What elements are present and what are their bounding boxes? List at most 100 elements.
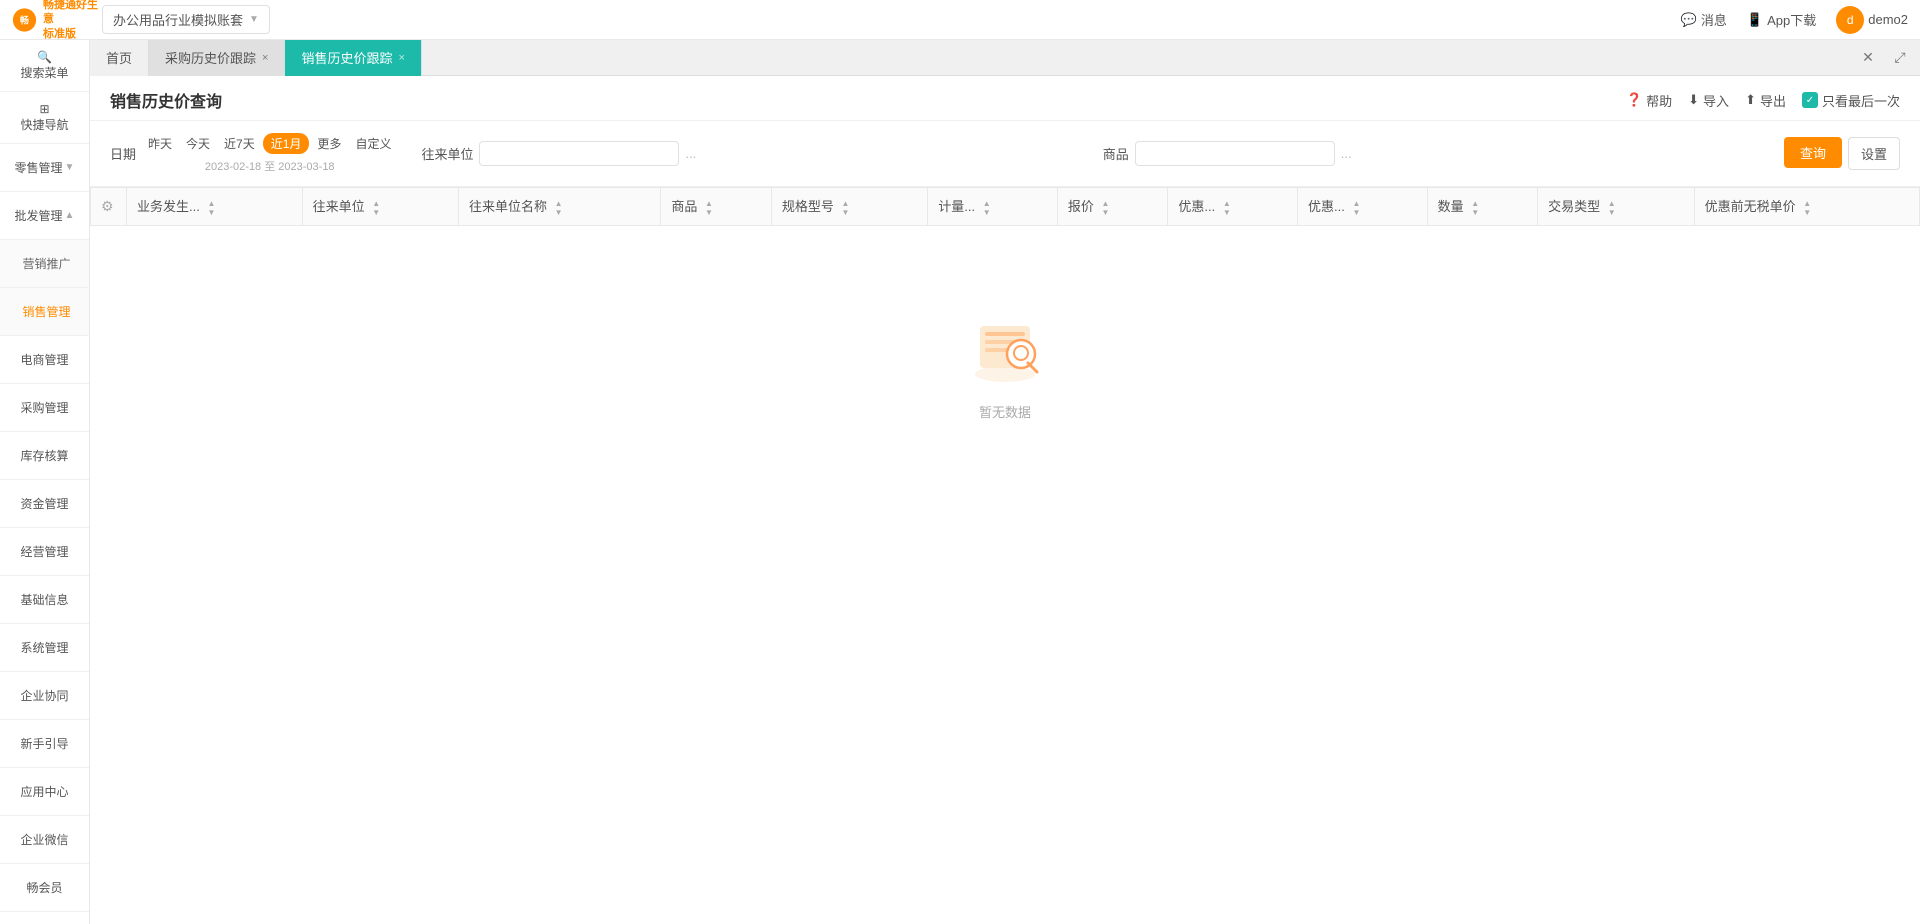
sidebar-item-quick-nav[interactable]: ⊞ 快捷导航 <box>0 92 89 144</box>
tab-purchase-history[interactable]: 采购历史价跟踪 × <box>149 40 285 76</box>
avatar: d <box>1836 6 1864 34</box>
main-layout: 🔍 搜索菜单 ⊞ 快捷导航 零售管理 ▼ 批发管理 ▲ 营销推广 销售管理 电商… <box>0 40 1920 924</box>
sidebar-item-finance-mgmt[interactable]: 资金管理 <box>0 480 89 528</box>
date-buttons: 昨天 今天 近7天 近1月 更多 自定义 <box>142 133 397 154</box>
date-btn-1month[interactable]: 近1月 <box>263 133 310 154</box>
col-partner-name[interactable]: 往来单位名称 ▲▼ <box>458 188 660 226</box>
sidebar: 🔍 搜索菜单 ⊞ 快捷导航 零售管理 ▼ 批发管理 ▲ 营销推广 销售管理 电商… <box>0 40 90 924</box>
sort-arrows-quantity: ▲▼ <box>1471 199 1479 217</box>
sort-arrows-discount1: ▲▼ <box>1223 199 1231 217</box>
empty-state-text: 暂无数据 <box>979 402 1031 421</box>
sort-arrows-quote: ▲▼ <box>1102 199 1110 217</box>
product-input[interactable] <box>1135 141 1335 166</box>
date-range-text: 2023-02-18 至 2023-03-18 <box>205 158 335 174</box>
close-all-tabs-btn[interactable]: ✕ <box>1856 46 1880 70</box>
date-filter-label: 日期 <box>110 144 136 163</box>
import-btn[interactable]: ⬇ 导入 <box>1688 91 1729 110</box>
col-quote[interactable]: 报价 ▲▼ <box>1057 188 1168 226</box>
sort-arrows-pretax-price: ▲▼ <box>1803 199 1811 217</box>
col-discount2[interactable]: 优惠... ▲▼ <box>1298 188 1428 226</box>
date-filter-group: 日期 昨天 今天 近7天 近1月 更多 自定义 2023-02-18 至 202… <box>110 133 397 174</box>
sidebar-item-sales-mgmt[interactable]: 销售管理 <box>0 288 89 336</box>
sidebar-item-purchase-mgmt[interactable]: 采购管理 <box>0 384 89 432</box>
checkbox-checked-icon: ✓ <box>1802 92 1818 108</box>
user-btn[interactable]: d demo2 <box>1836 6 1908 34</box>
close-purchase-history-tab[interactable]: × <box>262 52 268 64</box>
col-product[interactable]: 商品 ▲▼ <box>661 188 772 226</box>
sort-arrows-discount2: ▲▼ <box>1352 199 1360 217</box>
date-options: 昨天 今天 近7天 近1月 更多 自定义 2023-02-18 至 2023-0… <box>142 133 397 174</box>
search-icon: 🔍 <box>37 50 52 64</box>
message-icon: 💬 <box>1681 12 1697 28</box>
expand-btn[interactable]: ⤢ <box>1888 46 1912 70</box>
product-dots-btn[interactable]: ... <box>1341 146 1352 161</box>
col-partner-code[interactable]: 往来单位 ▲▼ <box>302 188 458 226</box>
page-title: 销售历史价查询 <box>110 88 222 112</box>
sidebar-item-enterprise-collab[interactable]: 企业协同 <box>0 672 89 720</box>
import-icon: ⬇ <box>1688 92 1699 108</box>
top-header: 畅 畅捷通好生意标准版 办公用品行业模拟账套 ▼ 💬 消息 📱 App下载 d … <box>0 0 1920 40</box>
message-btn[interactable]: 💬 消息 <box>1681 10 1727 29</box>
sidebar-item-basic-info[interactable]: 基础信息 <box>0 576 89 624</box>
filter-bar: 日期 昨天 今天 近7天 近1月 更多 自定义 2023-02-18 至 202… <box>90 121 1920 187</box>
empty-state-icon <box>965 306 1045 386</box>
filter-actions: 查询 设置 <box>1784 137 1900 170</box>
partner-input[interactable] <box>479 141 679 166</box>
svg-text:畅: 畅 <box>20 14 29 25</box>
partner-filter-group: 往来单位 ... <box>421 141 1078 166</box>
date-btn-7days[interactable]: 近7天 <box>218 133 261 154</box>
tab-home[interactable]: 首页 <box>90 40 149 76</box>
query-button[interactable]: 查询 <box>1784 137 1842 168</box>
sidebar-item-system-settings[interactable]: 系统管理 <box>0 624 89 672</box>
tab-sales-history[interactable]: 销售历史价跟踪 × <box>285 40 421 76</box>
col-quantity[interactable]: 数量 ▲▼ <box>1427 188 1538 226</box>
sidebar-item-marketing-promo[interactable]: 营销推广 <box>0 240 89 288</box>
settings-button[interactable]: 设置 <box>1848 137 1900 170</box>
sidebar-item-search-menu[interactable]: 🔍 搜索菜单 <box>0 40 89 92</box>
partner-filter-label: 往来单位 <box>421 144 473 163</box>
help-btn[interactable]: ❓ 帮助 <box>1626 91 1672 110</box>
col-biz-date[interactable]: 业务发生... ▲▼ <box>127 188 303 226</box>
sort-arrows-biz-date: ▲▼ <box>207 199 215 217</box>
date-btn-custom[interactable]: 自定义 <box>349 133 397 154</box>
sidebar-item-retail-mgmt[interactable]: 零售管理 ▼ <box>0 144 89 192</box>
data-table: ⚙ 业务发生... ▲▼ 往来单位 ▲▼ 往来单位名称 <box>90 187 1920 226</box>
sidebar-item-new-user-guide[interactable]: 新手引导 <box>0 720 89 768</box>
logo-text: 畅捷通好生意标准版 <box>43 0 102 41</box>
table-header-row: ⚙ 业务发生... ▲▼ 往来单位 ▲▼ 往来单位名称 <box>91 188 1920 226</box>
chevron-up-icon: ▲ <box>65 210 75 221</box>
partner-dots-btn[interactable]: ... <box>685 146 696 161</box>
gear-icon[interactable]: ⚙ <box>101 198 114 214</box>
app-selector[interactable]: 办公用品行业模拟账套 ▼ <box>102 5 270 34</box>
table-head: ⚙ 业务发生... ▲▼ 往来单位 ▲▼ 往来单位名称 <box>91 188 1920 226</box>
export-btn[interactable]: ⬆ 导出 <box>1745 91 1786 110</box>
logo-area: 畅 畅捷通好生意标准版 <box>12 0 102 41</box>
sidebar-item-enterprise-wechat[interactable]: 企业微信 <box>0 816 89 864</box>
col-pretax-price[interactable]: 优惠前无税单价 ▲▼ <box>1694 188 1919 226</box>
sidebar-item-inventory-check[interactable]: 库存核算 <box>0 432 89 480</box>
product-filter-label: 商品 <box>1103 144 1129 163</box>
sidebar-item-member[interactable]: 畅会员 <box>0 864 89 912</box>
sidebar-item-ops-mgmt[interactable]: 经营管理 <box>0 528 89 576</box>
sales-history-tab-label: 销售历史价跟踪 <box>301 48 392 67</box>
col-unit[interactable]: 计量... ▲▼ <box>928 188 1058 226</box>
only-last-checkbox[interactable]: ✓ 只看最后一次 <box>1802 91 1900 110</box>
logo-icon: 畅 <box>12 6 37 34</box>
help-icon: ❓ <box>1626 92 1642 108</box>
date-btn-today[interactable]: 今天 <box>180 133 216 154</box>
sidebar-item-wholesale-mgmt[interactable]: 批发管理 ▲ <box>0 192 89 240</box>
close-sales-history-tab[interactable]: × <box>398 52 404 64</box>
page-header: 销售历史价查询 ❓ 帮助 ⬇ 导入 ⬆ 导出 ✓ <box>90 76 1920 121</box>
app-selector-label: 办公用品行业模拟账套 <box>113 10 243 29</box>
col-discount1[interactable]: 优惠... ▲▼ <box>1168 188 1298 226</box>
date-btn-yesterday[interactable]: 昨天 <box>142 133 178 154</box>
date-btn-more[interactable]: 更多 <box>311 133 347 154</box>
col-trade-type[interactable]: 交易类型 ▲▼ <box>1538 188 1694 226</box>
content-area: 首页 采购历史价跟踪 × 销售历史价跟踪 × ✕ ⤢ 销售历史价查询 <box>90 40 1920 924</box>
app-download-btn[interactable]: 📱 App下载 <box>1747 10 1816 29</box>
header-right: 💬 消息 📱 App下载 d demo2 <box>1681 6 1908 34</box>
col-spec[interactable]: 规格型号 ▲▼ <box>771 188 927 226</box>
sidebar-item-app-center[interactable]: 应用中心 <box>0 768 89 816</box>
download-icon: 📱 <box>1747 12 1763 28</box>
sidebar-item-ecommerce-mgmt[interactable]: 电商管理 <box>0 336 89 384</box>
